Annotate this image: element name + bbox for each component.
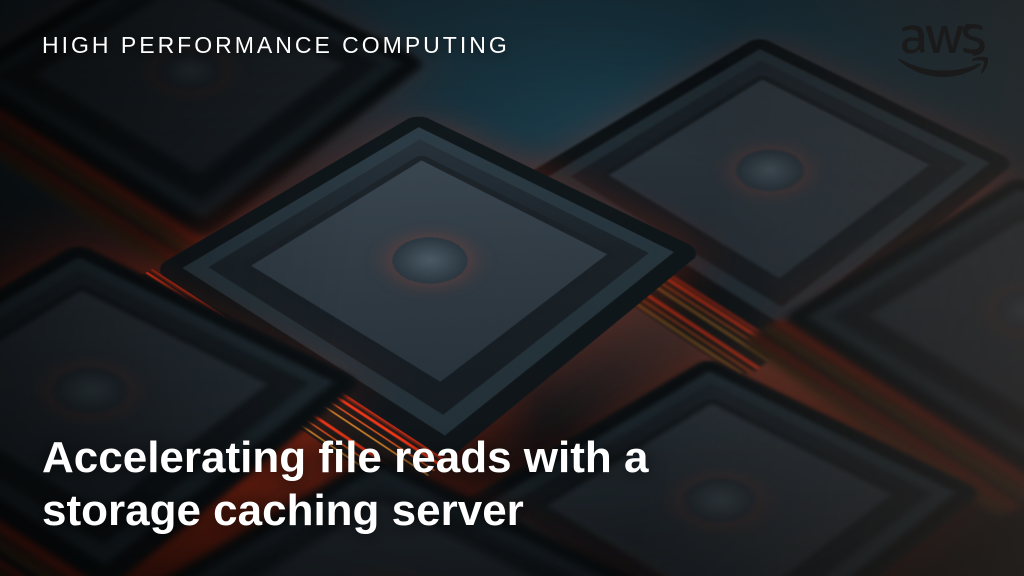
aws-logo-icon	[898, 24, 988, 78]
aws-logo	[898, 24, 988, 83]
headline-title: Accelerating file reads with a storage c…	[42, 431, 682, 538]
category-label: HIGH PERFORMANCE COMPUTING	[42, 32, 510, 59]
